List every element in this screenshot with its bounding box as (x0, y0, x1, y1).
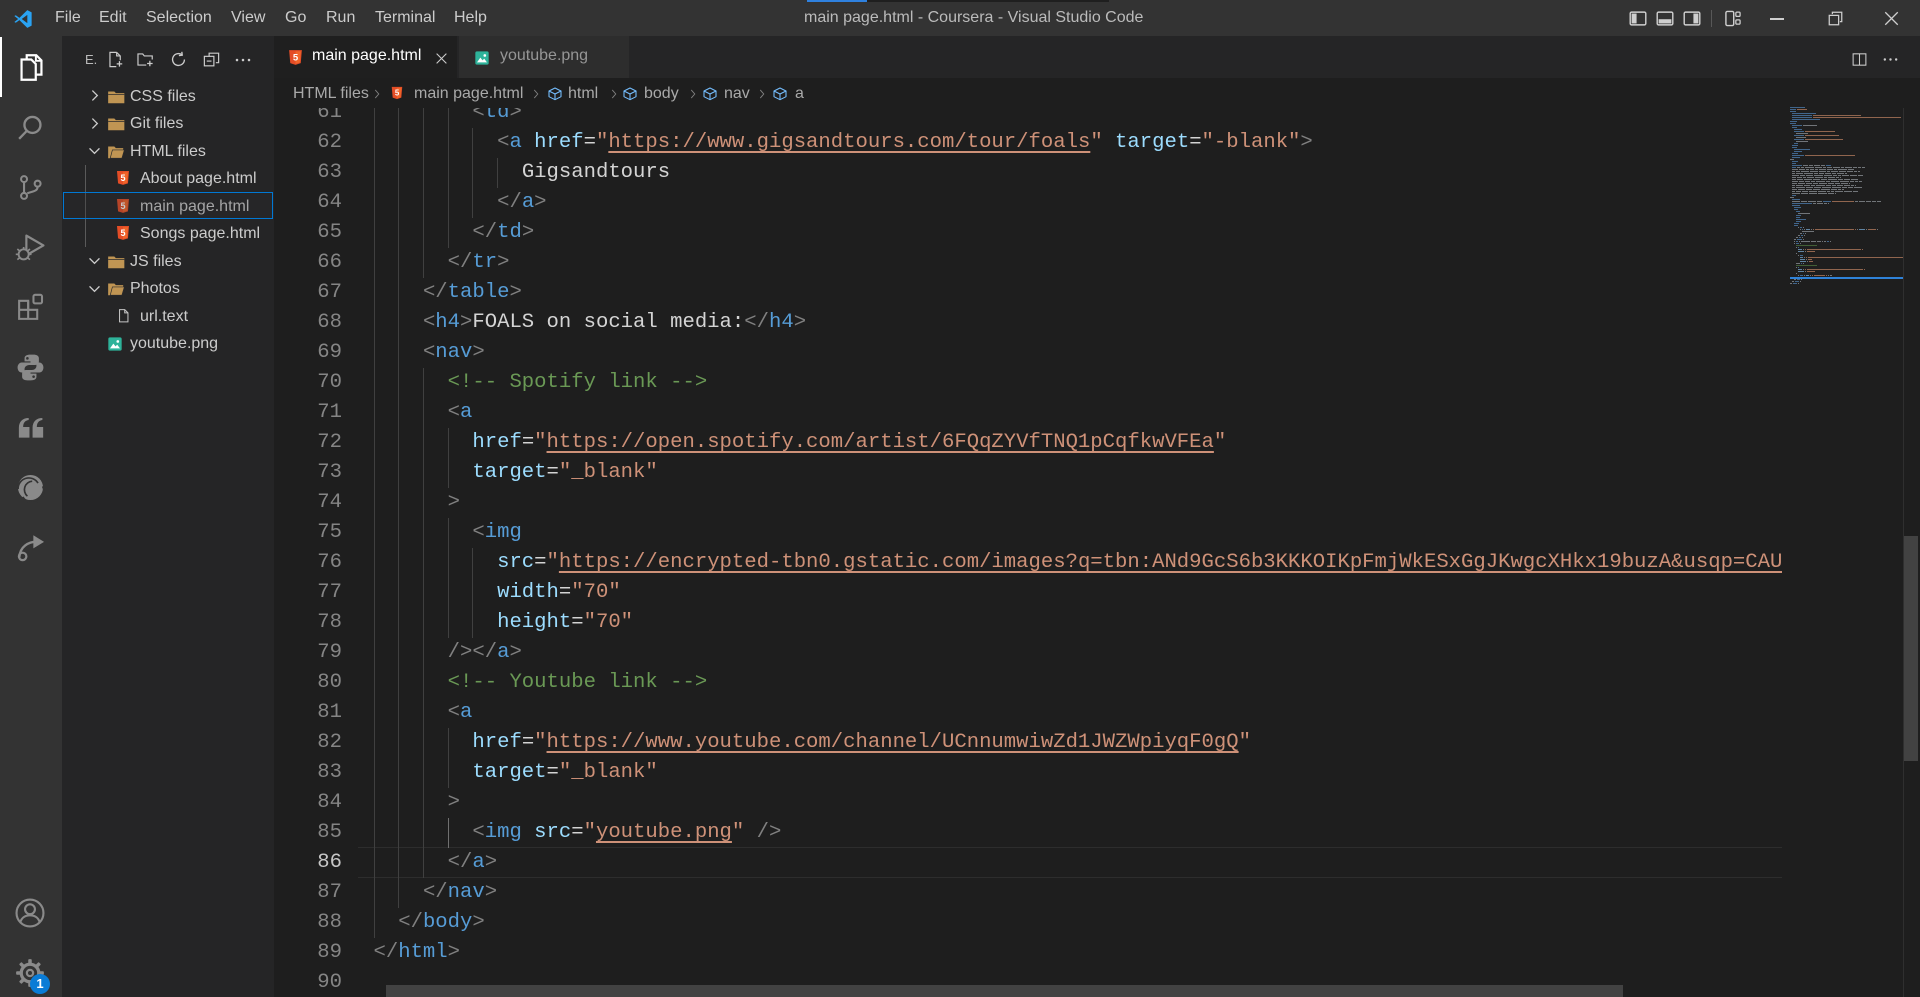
svg-text:5: 5 (120, 173, 125, 183)
svg-text:5: 5 (120, 228, 125, 238)
svg-text:5: 5 (293, 53, 299, 64)
svg-text:5: 5 (395, 89, 400, 98)
